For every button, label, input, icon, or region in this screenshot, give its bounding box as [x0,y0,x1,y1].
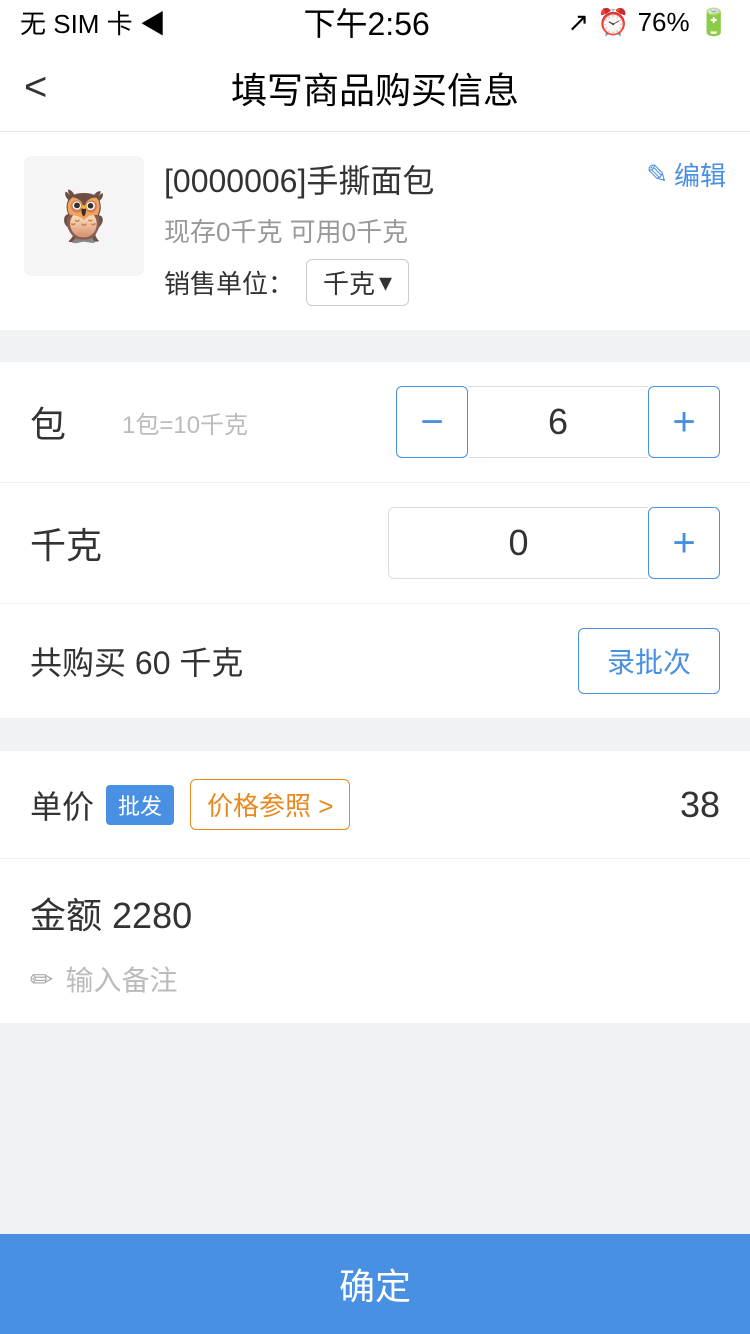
bao-minus-button[interactable]: − [396,386,468,458]
battery-text: 76% [638,7,690,38]
product-unit-row: 销售单位： 千克 ▾ [164,259,726,306]
status-left: 无 SIM 卡 ◀ [20,4,166,41]
price-value: 38 [680,784,720,826]
page-title: 填写商品购买信息 [231,62,519,114]
price-ref-button[interactable]: 价格参照 > [190,779,350,830]
total-text: 共购买 60 千克 [30,638,243,684]
kg-plus-button[interactable]: + [648,507,720,579]
amount-section: 金额 2280 ✏ 输入备注 [0,859,750,1023]
edit-icon: ✎ [646,159,668,190]
unit-select[interactable]: 千克 ▾ [306,259,409,306]
kg-label: 千克 [30,517,110,569]
product-logo: 🦉 [53,187,115,246]
price-section: 单价 批发 价格参照 > 38 [0,751,750,859]
product-name: [0000006]手撕面包 [164,156,726,202]
amount-label: 金额 [30,895,102,936]
price-row: 单价 批发 价格参照 > 38 [0,751,750,859]
remark-icon: ✏ [30,963,53,996]
remark-placeholder: 输入备注 [65,959,177,999]
edit-button[interactable]: ✎ 编辑 [646,156,726,193]
total-row: 共购买 60 千克 录批次 [0,604,750,719]
bao-controls: − + [396,386,720,458]
status-time: 下午2:56 [304,0,430,45]
price-label: 单价 [30,782,94,828]
product-image: 🦉 [24,156,144,276]
input-section: 包 1包=10千克 − + 千克 + 共购买 60 千克 录批次 [0,362,750,719]
alarm-icon: ⏰ [597,7,629,38]
amount-row: 金额 2280 [30,887,720,939]
bao-label: 包 [30,396,110,448]
section-separator-1 [0,346,750,362]
location-icon: ↗ [567,7,589,38]
bao-qty-input[interactable] [468,386,648,458]
unit-label: 销售单位： [164,264,294,301]
amount-number: 2280 [112,895,192,936]
product-card: 🦉 [0000006]手撕面包 现存0千克 可用0千克 销售单位： 千克 ▾ ✎… [0,132,750,330]
edit-label: 编辑 [674,156,726,193]
confirm-button[interactable]: 确定 [0,1234,750,1334]
price-type-tag: 批发 [106,785,174,825]
dropdown-icon: ▾ [379,267,392,298]
remark-row[interactable]: ✏ 输入备注 [30,959,720,1023]
kg-input-row: 千克 + [0,483,750,604]
product-stock: 现存0千克 可用0千克 [164,212,726,249]
unit-value: 千克 [323,264,375,301]
product-info: [0000006]手撕面包 现存0千克 可用0千克 销售单位： 千克 ▾ [164,156,726,306]
section-separator-2 [0,719,750,735]
bao-plus-button[interactable]: + [648,386,720,458]
status-bar: 无 SIM 卡 ◀ 下午2:56 ↗ ⏰ 76% 🔋 [0,0,750,44]
bao-hint: 1包=10千克 [122,405,248,440]
back-button[interactable]: < [24,65,47,110]
status-right: ↗ ⏰ 76% 🔋 [567,7,730,38]
bao-input-row: 包 1包=10千克 − + [0,362,750,483]
record-batch-button[interactable]: 录批次 [578,628,720,694]
kg-controls: + [388,507,720,579]
kg-qty-input[interactable] [388,507,648,579]
battery-icon: 🔋 [698,7,730,38]
nav-bar: < 填写商品购买信息 [0,44,750,132]
